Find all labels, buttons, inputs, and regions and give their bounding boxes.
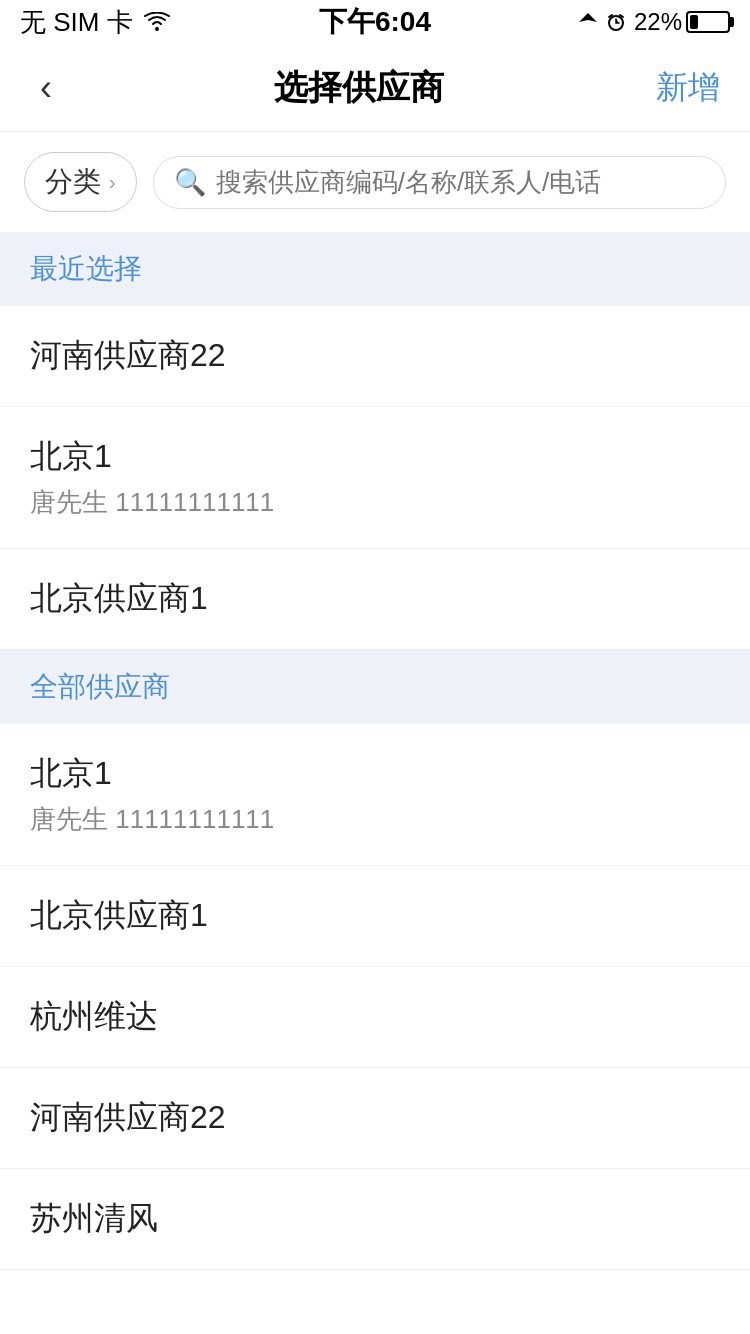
status-left: 无 SIM 卡 (20, 5, 171, 40)
list-item[interactable]: 北京供应商1 (0, 866, 750, 967)
list-item[interactable]: 北京1 唐先生 11111111111 (0, 724, 750, 866)
page-title: 选择供应商 (274, 65, 444, 111)
location-icon (578, 12, 598, 32)
battery-container: 22% (634, 8, 730, 36)
status-bar: 无 SIM 卡 下午6:04 22% (0, 0, 750, 44)
all-section-header: 全部供应商 (0, 650, 750, 724)
item-name: 北京1 (30, 752, 720, 796)
all-list: 北京1 唐先生 11111111111 北京供应商1 杭州维达河南供应商22 苏州清风 (0, 724, 750, 1270)
list-item[interactable]: 河南供应商22 (0, 1068, 750, 1169)
list-item[interactable]: 苏州清风 (0, 1169, 750, 1270)
item-name: 河南供应商22 (30, 1096, 720, 1140)
search-icon: 🔍 (174, 167, 206, 198)
recent-section-header: 最近选择 (0, 232, 750, 306)
search-box: 🔍 (153, 156, 726, 209)
chevron-right-icon: › (109, 171, 116, 194)
wifi-icon (143, 12, 171, 32)
svg-point-0 (155, 27, 159, 31)
nav-bar: ‹ 选择供应商 新增 (0, 44, 750, 132)
item-name: 北京供应商1 (30, 894, 720, 938)
list-item[interactable]: 北京供应商1 (0, 549, 750, 650)
recent-list: 河南供应商22 北京1 唐先生 11111111111 北京供应商1 (0, 306, 750, 650)
status-right: 22% (578, 8, 730, 36)
battery-percent: 22% (634, 8, 682, 36)
alarm-icon (606, 12, 626, 32)
battery-icon (686, 11, 730, 33)
filter-bar: 分类 › 🔍 (0, 132, 750, 232)
list-item[interactable]: 河南供应商22 (0, 306, 750, 407)
item-sub: 唐先生 11111111111 (30, 802, 720, 837)
item-name: 河南供应商22 (30, 334, 720, 378)
item-name: 北京1 (30, 435, 720, 479)
item-name: 北京供应商1 (30, 577, 720, 621)
list-item[interactable]: 北京1 唐先生 11111111111 (0, 407, 750, 549)
search-input[interactable] (216, 167, 705, 198)
new-action-button[interactable]: 新增 (656, 66, 720, 110)
status-time: 下午6:04 (319, 3, 431, 41)
back-button[interactable]: ‹ (30, 57, 62, 119)
category-button[interactable]: 分类 › (24, 152, 137, 212)
item-name: 苏州清风 (30, 1197, 720, 1241)
category-label: 分类 (45, 163, 101, 201)
list-item[interactable]: 杭州维达 (0, 967, 750, 1068)
item-sub: 唐先生 11111111111 (30, 485, 720, 520)
no-sim-text: 无 SIM 卡 (20, 5, 133, 40)
item-name: 杭州维达 (30, 995, 720, 1039)
battery-fill (690, 15, 698, 29)
